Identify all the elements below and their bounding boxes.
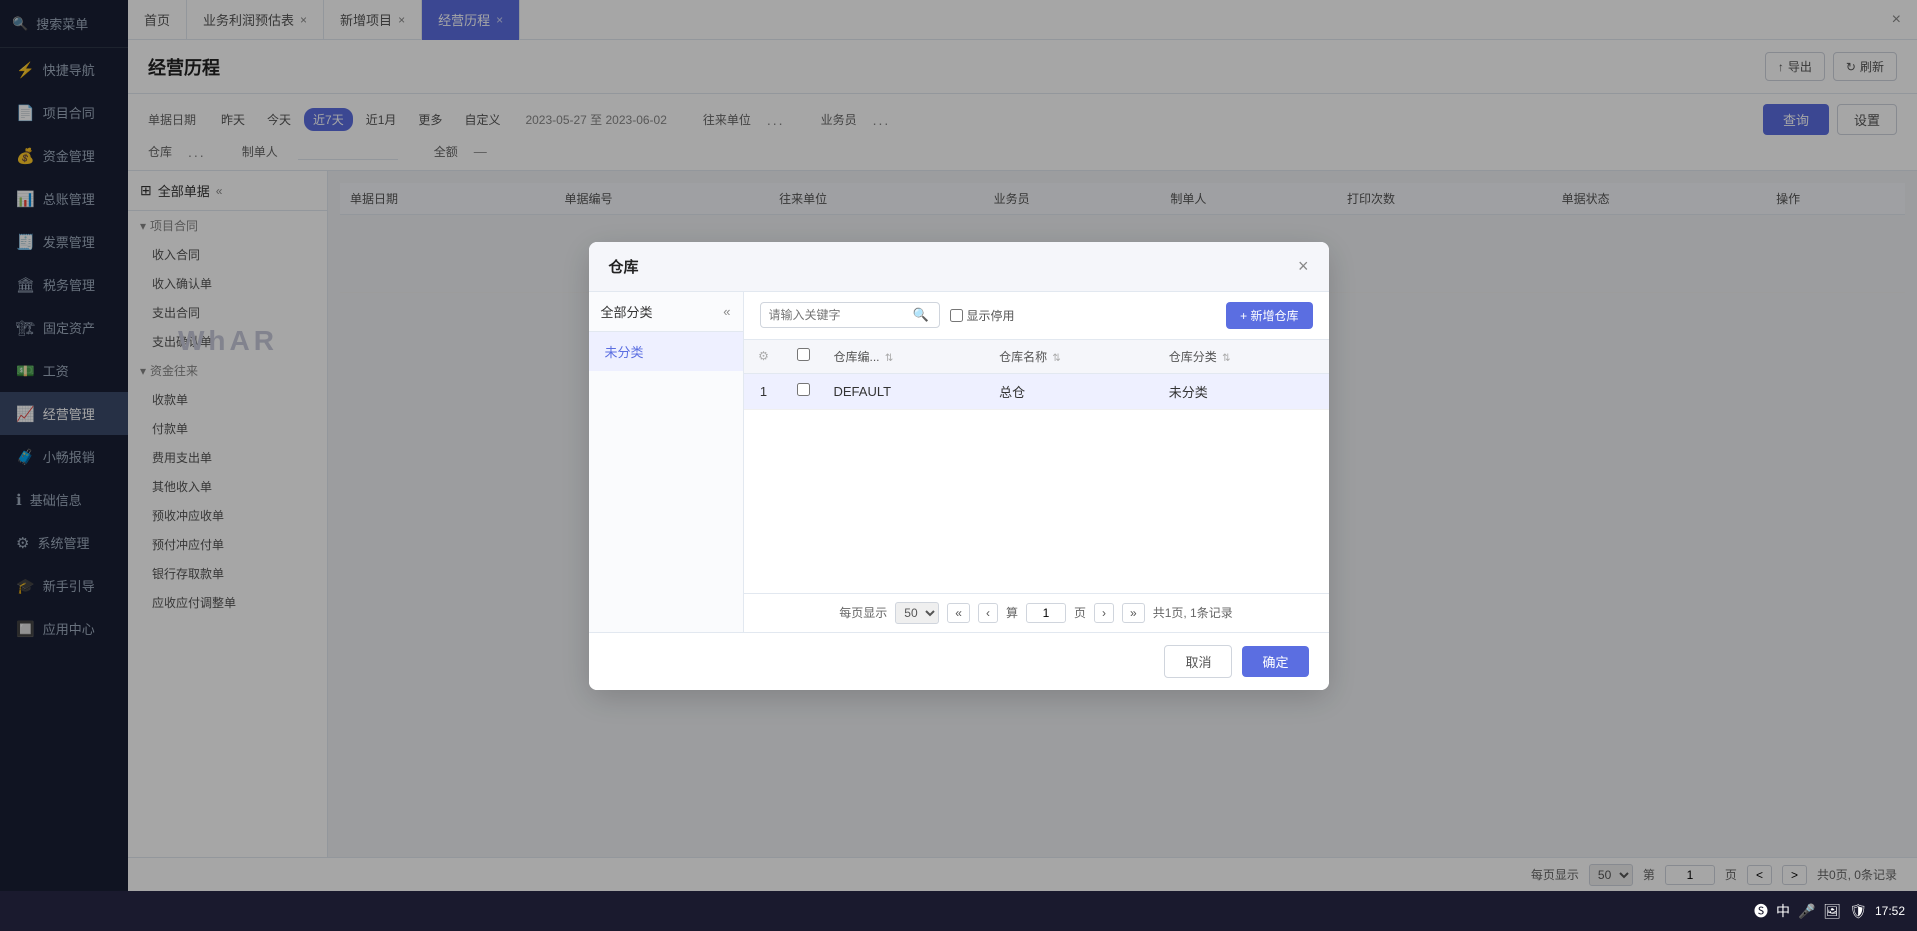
show-disabled-label[interactable]: 显示停用: [950, 307, 1015, 324]
modal-row-checkbox[interactable]: [797, 383, 810, 396]
modal-overlay[interactable]: 仓库 × 全部分类 « 未分类 🔍: [0, 0, 1917, 931]
taskbar-icon-3[interactable]: 🎤: [1798, 903, 1815, 920]
modal-row-num: 1: [744, 373, 784, 409]
warehouse-modal: 仓库 × 全部分类 « 未分类 🔍: [589, 242, 1329, 690]
confirm-button[interactable]: 确定: [1242, 646, 1308, 677]
modal-footer: 取消 确定: [589, 632, 1329, 690]
taskbar-icon-5[interactable]: 🛡: [1849, 903, 1867, 920]
modal-sidebar-item-unclassified[interactable]: 未分类: [589, 332, 743, 371]
modal-sidebar-scroll: 未分类: [589, 332, 743, 632]
modal-th-checkbox: [784, 340, 824, 374]
modal-warehouse-table: ⚙ 仓库编... ⇅ 仓库名称: [744, 340, 1329, 410]
sort-icon-code: ⇅: [885, 353, 893, 364]
modal-select-all-checkbox[interactable]: [797, 348, 810, 361]
show-disabled-checkbox[interactable]: [950, 309, 963, 322]
modal-row-checkbox-cell: [784, 373, 824, 409]
taskbar-time: 17:52: [1875, 904, 1905, 918]
modal-last-page-btn[interactable]: »: [1122, 603, 1145, 623]
modal-page-label: 算: [1006, 604, 1018, 621]
sort-icon-name: ⇅: [1052, 353, 1060, 364]
modal-sidebar-collapse-btn[interactable]: «: [723, 304, 730, 319]
taskbar-icon-4[interactable]: 🖼: [1823, 903, 1841, 920]
modal-sidebar-header: 全部分类 «: [589, 292, 743, 332]
modal-total: 共1页, 1条记录: [1153, 604, 1233, 621]
modal-sidebar-all-label: 全部分类: [601, 302, 653, 321]
modal-row-code: DEFAULT: [824, 373, 990, 409]
modal-body: 全部分类 « 未分类 🔍 显示停用: [589, 292, 1329, 632]
modal-close-btn[interactable]: ×: [1298, 257, 1309, 275]
modal-pagination: 每页显示 50 « ‹ 算 页 › » 共1页, 1条记录: [744, 593, 1329, 632]
modal-prev-page-btn[interactable]: ‹: [978, 603, 998, 623]
modal-per-page-label: 每页显示: [839, 604, 887, 621]
modal-search-box: 🔍: [760, 302, 940, 328]
modal-search-input[interactable]: [769, 308, 909, 322]
modal-search-icon: 🔍: [913, 307, 929, 323]
taskbar: 🅢 中 🎤 🖼 🛡 17:52: [0, 891, 1917, 931]
modal-page-suffix: 页: [1074, 604, 1086, 621]
modal-th-name-label: 仓库名称: [999, 350, 1047, 364]
modal-th-code-label: 仓库编...: [834, 350, 880, 364]
modal-header: 仓库 ×: [589, 242, 1329, 292]
taskbar-icon-1[interactable]: 🅢: [1754, 901, 1768, 921]
col-settings-icon[interactable]: ⚙: [758, 349, 769, 363]
modal-title: 仓库: [609, 256, 639, 277]
modal-next-page-btn[interactable]: ›: [1094, 603, 1114, 623]
modal-toolbar: 🔍 显示停用 + 新增仓库: [744, 292, 1329, 340]
modal-page-input[interactable]: [1026, 603, 1066, 623]
modal-left-sidebar: 全部分类 « 未分类: [589, 292, 744, 632]
show-disabled-text: 显示停用: [967, 307, 1015, 324]
modal-table-container: ⚙ 仓库编... ⇅ 仓库名称: [744, 340, 1329, 593]
modal-main-content: 🔍 显示停用 + 新增仓库 ⚙: [744, 292, 1329, 632]
sort-icon-category: ⇅: [1222, 353, 1230, 364]
modal-th-category[interactable]: 仓库分类 ⇅: [1159, 340, 1329, 374]
cancel-button[interactable]: 取消: [1164, 645, 1232, 678]
modal-row-name: 总仓: [989, 373, 1159, 409]
modal-th-code[interactable]: 仓库编... ⇅: [824, 340, 990, 374]
modal-table-row[interactable]: 1 DEFAULT 总仓 未分类: [744, 373, 1329, 409]
modal-th-settings[interactable]: ⚙: [744, 340, 784, 374]
modal-th-name[interactable]: 仓库名称 ⇅: [989, 340, 1159, 374]
modal-per-page-select[interactable]: 50: [895, 602, 939, 624]
modal-row-category: 未分类: [1159, 373, 1329, 409]
taskbar-icon-2[interactable]: 中: [1776, 901, 1790, 921]
modal-th-category-label: 仓库分类: [1169, 350, 1217, 364]
modal-first-page-btn[interactable]: «: [947, 603, 970, 623]
add-warehouse-button[interactable]: + 新增仓库: [1226, 302, 1312, 329]
